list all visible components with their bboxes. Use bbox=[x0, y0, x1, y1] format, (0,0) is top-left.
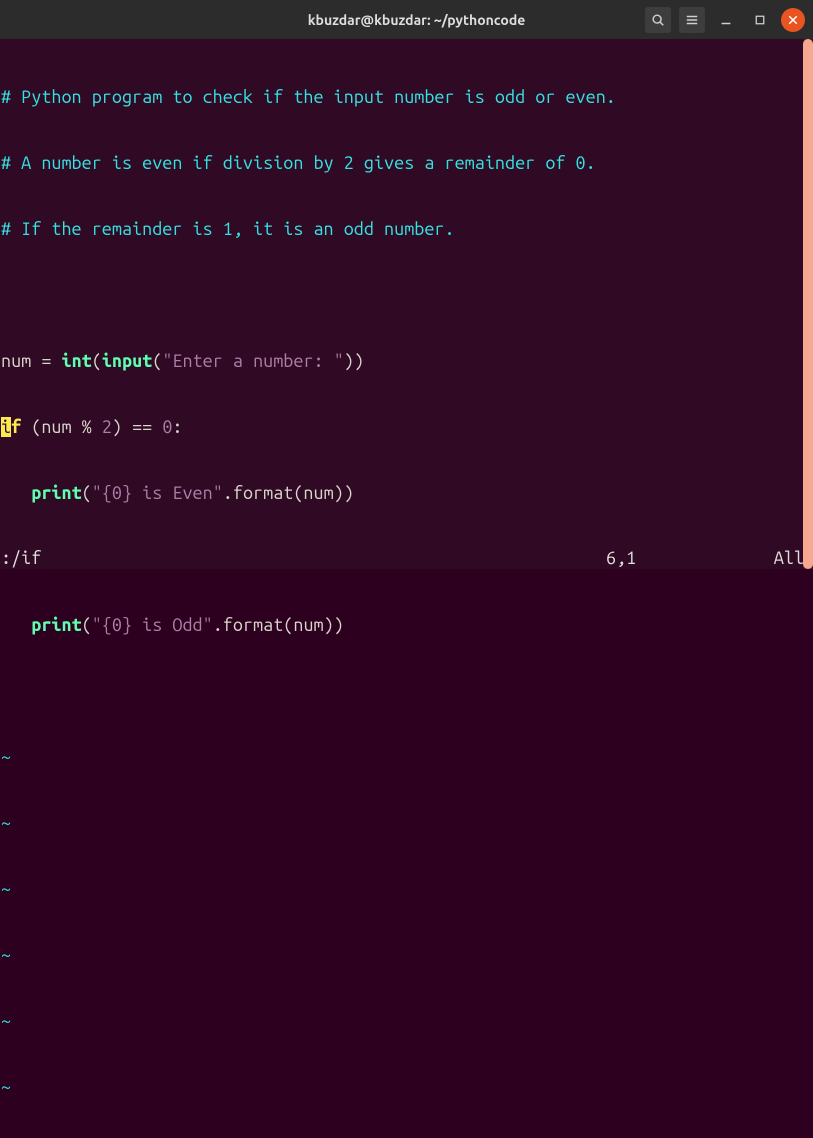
maximize-icon bbox=[754, 14, 766, 26]
string: "Enter a number: " bbox=[162, 351, 343, 371]
close-button[interactable] bbox=[781, 8, 805, 32]
vim-tilde: ~ bbox=[0, 944, 813, 966]
code-line-9: print("{0} is Odd".format(num)) bbox=[0, 614, 813, 636]
vim-tilde: ~ bbox=[0, 878, 813, 900]
maximize-button[interactable] bbox=[747, 7, 773, 33]
code-line-7: print("{0} is Even".format(num)) bbox=[0, 482, 813, 504]
status-search: :/if bbox=[1, 547, 41, 569]
scrollbar[interactable] bbox=[803, 39, 813, 569]
vim-tilde: ~ bbox=[0, 746, 813, 768]
status-spacer bbox=[41, 547, 606, 569]
string: "{0} is Odd" bbox=[92, 615, 213, 635]
code-line-3: # If the remainder is 1, it is an odd nu… bbox=[0, 218, 813, 240]
keyword: f bbox=[11, 417, 21, 437]
code-line-2: # A number is even if division by 2 give… bbox=[0, 152, 813, 174]
identifier: num bbox=[1, 351, 31, 371]
minimize-icon bbox=[719, 13, 733, 27]
titlebar: kbuzdar@kbuzdar: ~/pythoncode bbox=[0, 0, 813, 39]
code-line-6: if (num % 2) == 0: bbox=[0, 416, 813, 438]
code-line-4 bbox=[0, 284, 813, 306]
builtin: print bbox=[31, 615, 81, 635]
menu-button[interactable] bbox=[679, 7, 705, 33]
close-icon bbox=[787, 14, 799, 26]
vim-statusbar: :/if 6,1 All bbox=[0, 547, 813, 569]
titlebar-controls bbox=[645, 7, 805, 33]
hamburger-icon bbox=[685, 13, 699, 27]
vim-tilde: ~ bbox=[0, 1010, 813, 1032]
builtin: int bbox=[62, 351, 92, 371]
cursor: i bbox=[1, 417, 11, 437]
builtin: print bbox=[31, 483, 81, 503]
code-line-blank bbox=[0, 680, 813, 702]
search-icon bbox=[651, 13, 665, 27]
minimize-button[interactable] bbox=[713, 7, 739, 33]
vim-tilde: ~ bbox=[0, 1076, 813, 1098]
comment: # If the remainder is 1, it is an odd nu… bbox=[1, 219, 455, 239]
status-position: 6,1 bbox=[606, 547, 766, 569]
code-line-5: num = int(input("Enter a number: ")) bbox=[0, 350, 813, 372]
vim-tilde: ~ bbox=[0, 812, 813, 834]
number: 2 bbox=[102, 417, 112, 437]
comment: # Python program to check if the input n… bbox=[1, 87, 616, 107]
number: 0 bbox=[162, 417, 172, 437]
terminal-editor[interactable]: # Python program to check if the input n… bbox=[0, 39, 813, 547]
builtin: input bbox=[102, 351, 152, 371]
code-line-1: # Python program to check if the input n… bbox=[0, 86, 813, 108]
window-title: kbuzdar@kbuzdar: ~/pythoncode bbox=[188, 12, 645, 28]
comment: # A number is even if division by 2 give… bbox=[1, 153, 596, 173]
string: "{0} is Even" bbox=[92, 483, 223, 503]
search-button[interactable] bbox=[645, 7, 671, 33]
